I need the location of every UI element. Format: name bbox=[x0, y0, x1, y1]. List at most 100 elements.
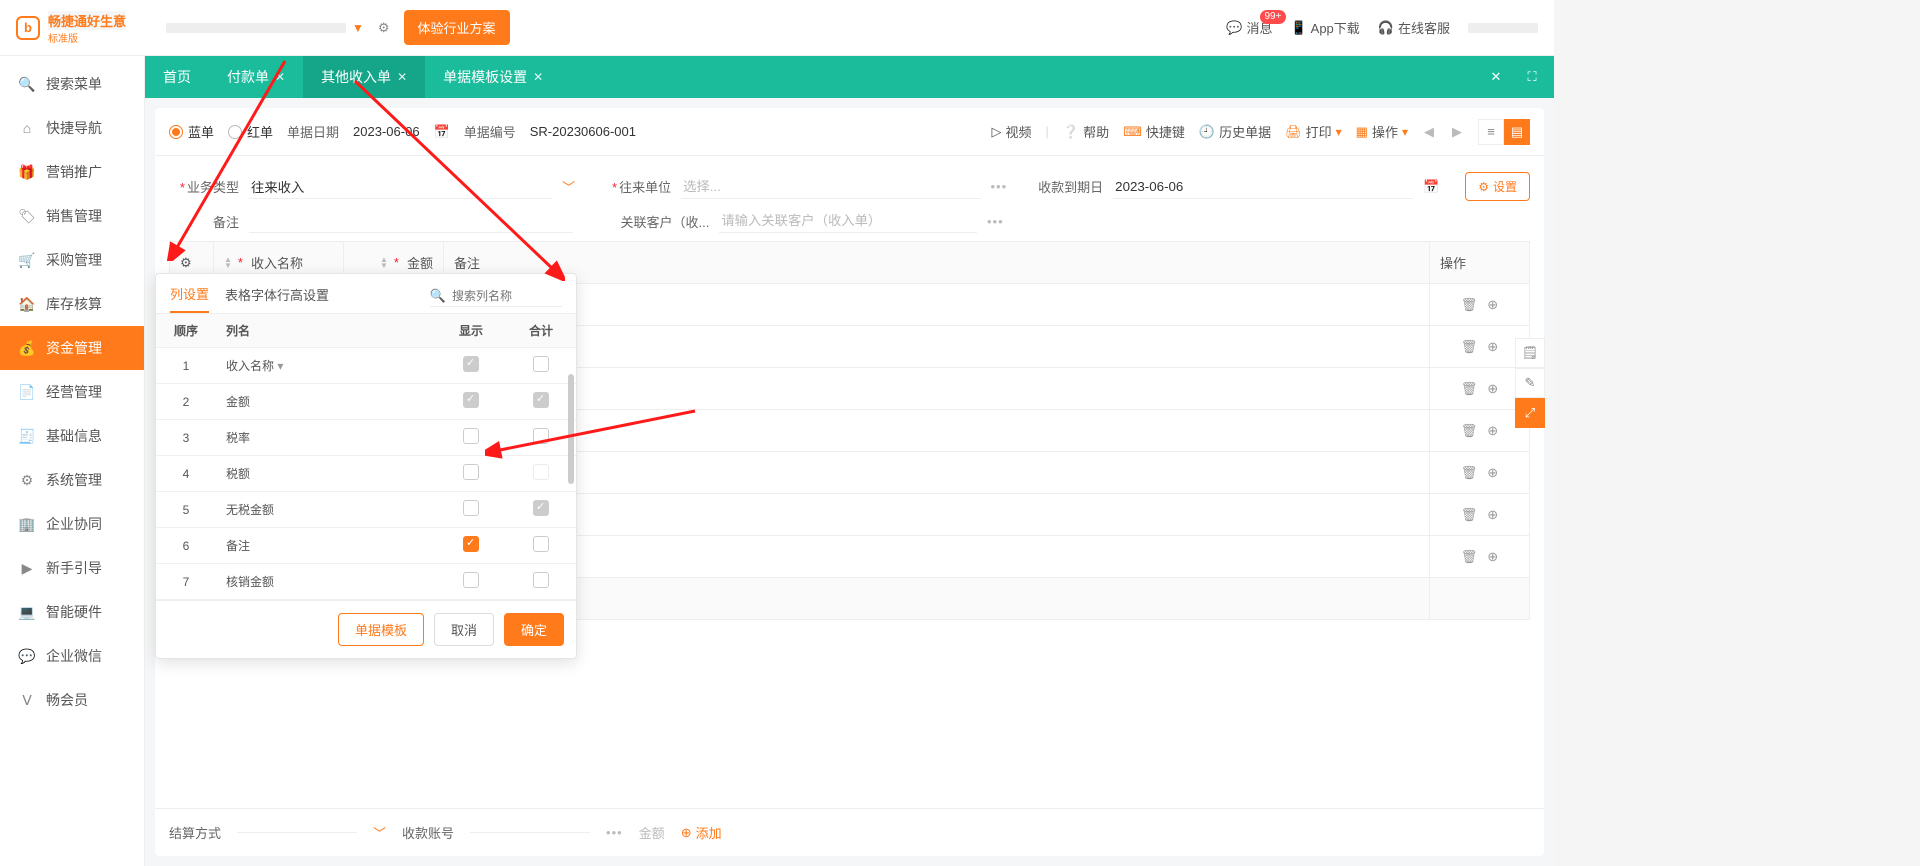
sidebar-item-4[interactable]: 🛒采购管理 bbox=[0, 238, 144, 282]
biz-type-input[interactable] bbox=[249, 175, 552, 199]
delete-icon[interactable]: 🗑 bbox=[1461, 549, 1478, 565]
side-tool-note-icon[interactable]: 🗒 bbox=[1515, 338, 1545, 368]
popover-row[interactable]: 1收入名称 ▾ bbox=[156, 348, 576, 384]
radio-red[interactable]: 红单 bbox=[228, 122, 273, 141]
tab-1[interactable]: 付款单✕ bbox=[209, 56, 303, 98]
shortcut-link[interactable]: ⌨快捷键 bbox=[1123, 122, 1185, 141]
tab-close-icon[interactable]: ✕ bbox=[1482, 63, 1510, 91]
popover-row[interactable]: 6备注 bbox=[156, 528, 576, 564]
popover-tab-font[interactable]: 表格字体行高设置 bbox=[225, 285, 329, 312]
user-avatar[interactable] bbox=[1468, 23, 1538, 33]
popover-row[interactable]: 3税率 bbox=[156, 420, 576, 456]
duplicate-icon[interactable]: ⊕ bbox=[1487, 297, 1498, 313]
delete-icon[interactable]: 🗑 bbox=[1461, 507, 1478, 523]
print-link[interactable]: 🖨打印▾ bbox=[1285, 122, 1342, 141]
popover-row[interactable]: 7核销金额 bbox=[156, 564, 576, 600]
delete-icon[interactable]: 🗑 bbox=[1461, 465, 1478, 481]
history-link[interactable]: 🕘历史单据 bbox=[1199, 122, 1271, 141]
calendar-icon[interactable]: 📅 bbox=[1423, 179, 1439, 195]
sidebar-item-10[interactable]: 🏢企业协同 bbox=[0, 502, 144, 546]
more-icon[interactable]: ••• bbox=[987, 214, 1004, 229]
delete-icon[interactable]: 🗑 bbox=[1461, 297, 1478, 313]
template-button[interactable]: 单据模板 bbox=[338, 613, 424, 646]
party-input[interactable] bbox=[681, 175, 980, 199]
sidebar-item-6[interactable]: 💰资金管理 bbox=[0, 326, 144, 370]
sidebar-item-0[interactable]: 🔍搜索菜单 bbox=[0, 62, 144, 106]
more-icon[interactable]: ••• bbox=[606, 825, 623, 840]
radio-blue[interactable]: 蓝单 bbox=[169, 122, 214, 141]
sidebar-item-5[interactable]: 🏠库存核算 bbox=[0, 282, 144, 326]
popover-tab-columns[interactable]: 列设置 bbox=[170, 284, 209, 313]
sidebar-item-12[interactable]: 💻智能硬件 bbox=[0, 590, 144, 634]
checkbox-off[interactable] bbox=[533, 428, 549, 444]
checkbox-off[interactable] bbox=[533, 536, 549, 552]
duplicate-icon[interactable]: ⊕ bbox=[1487, 549, 1498, 565]
checkbox-off[interactable] bbox=[463, 572, 479, 588]
more-icon[interactable]: ••• bbox=[991, 179, 1008, 194]
column-remark[interactable]: 备注 bbox=[444, 242, 1430, 284]
next-arrow-icon[interactable]: ▶ bbox=[1450, 124, 1464, 140]
sidebar-item-14[interactable]: Ⅴ畅会员 bbox=[0, 678, 144, 722]
chevron-down-icon[interactable]: ﹀ bbox=[562, 177, 575, 196]
doc-toolbar: 蓝单 红单 单据日期 2023-06-06 📅 单据编号 SR-20230606… bbox=[155, 108, 1544, 156]
operate-link[interactable]: ▦操作▾ bbox=[1356, 122, 1408, 141]
close-icon[interactable]: ✕ bbox=[397, 70, 407, 84]
view-list-icon[interactable]: ≡ bbox=[1478, 119, 1504, 145]
tab-2[interactable]: 其他收入单✕ bbox=[303, 56, 425, 98]
help-link[interactable]: ❔帮助 bbox=[1063, 122, 1109, 141]
duplicate-icon[interactable]: ⊕ bbox=[1487, 465, 1498, 481]
add-settlement-button[interactable]: ⊕添加 bbox=[681, 823, 722, 842]
popover-row[interactable]: 2金额 bbox=[156, 384, 576, 420]
industry-plan-button[interactable]: 体验行业方案 bbox=[404, 10, 510, 45]
duplicate-icon[interactable]: ⊕ bbox=[1487, 423, 1498, 439]
popover-search-input[interactable] bbox=[452, 289, 562, 303]
sidebar-item-1[interactable]: ⌂快捷导航 bbox=[0, 106, 144, 150]
chevron-down-icon[interactable]: ▾ bbox=[277, 359, 283, 373]
confirm-button[interactable]: 确定 bbox=[504, 613, 564, 646]
close-icon[interactable]: ✕ bbox=[533, 70, 543, 84]
org-selector[interactable]: ▼ bbox=[166, 21, 364, 35]
gear-icon[interactable]: ⚙ bbox=[378, 20, 390, 36]
assoc-customer-input[interactable] bbox=[719, 209, 977, 233]
settings-button[interactable]: ⚙设置 bbox=[1465, 172, 1530, 201]
checkbox-on[interactable] bbox=[463, 536, 479, 552]
checkbox-off[interactable] bbox=[533, 356, 549, 372]
sidebar-item-7[interactable]: 📄经营管理 bbox=[0, 370, 144, 414]
tab-expand-icon[interactable]: ⛶ bbox=[1518, 63, 1546, 91]
calendar-icon[interactable]: 📅 bbox=[434, 124, 450, 140]
side-tool-edit-icon[interactable]: ✎ bbox=[1515, 368, 1545, 398]
view-detail-icon[interactable]: ▤ bbox=[1504, 119, 1530, 145]
cancel-button[interactable]: 取消 bbox=[434, 613, 494, 646]
popover-row[interactable]: 5无税金额 bbox=[156, 492, 576, 528]
prev-arrow-icon[interactable]: ◀ bbox=[1422, 124, 1436, 140]
sidebar-item-3[interactable]: 🏷销售管理 bbox=[0, 194, 144, 238]
remark-input[interactable] bbox=[249, 209, 573, 233]
close-icon[interactable]: ✕ bbox=[275, 70, 285, 84]
checkbox-off[interactable] bbox=[463, 500, 479, 516]
sidebar-item-9[interactable]: ⚙系统管理 bbox=[0, 458, 144, 502]
side-tool-expand-icon[interactable]: ⤢ bbox=[1515, 398, 1545, 428]
duplicate-icon[interactable]: ⊕ bbox=[1487, 507, 1498, 523]
chevron-down-icon[interactable]: ﹀ bbox=[373, 823, 386, 842]
checkbox-off[interactable] bbox=[463, 428, 479, 444]
tab-0[interactable]: 首页 bbox=[145, 56, 209, 98]
checkbox-off[interactable] bbox=[533, 572, 549, 588]
app-download-button[interactable]: 📱 App下载 bbox=[1290, 18, 1359, 37]
checkbox-off[interactable] bbox=[463, 464, 479, 480]
sidebar-item-11[interactable]: ▶新手引导 bbox=[0, 546, 144, 590]
delete-icon[interactable]: 🗑 bbox=[1461, 339, 1478, 355]
online-service-button[interactable]: 🎧 在线客服 bbox=[1378, 18, 1450, 37]
popover-scrollbar[interactable] bbox=[568, 374, 574, 484]
duplicate-icon[interactable]: ⊕ bbox=[1487, 339, 1498, 355]
message-button[interactable]: 💬 消息 99+ bbox=[1226, 18, 1272, 37]
sidebar-item-8[interactable]: 🧾基础信息 bbox=[0, 414, 144, 458]
tab-3[interactable]: 单据模板设置✕ bbox=[425, 56, 561, 98]
video-link[interactable]: ▷视频 bbox=[992, 122, 1032, 141]
sidebar-item-13[interactable]: 💬企业微信 bbox=[0, 634, 144, 678]
sidebar-item-2[interactable]: 🎁营销推广 bbox=[0, 150, 144, 194]
popover-row[interactable]: 4税额 bbox=[156, 456, 576, 492]
delete-icon[interactable]: 🗑 bbox=[1461, 381, 1478, 397]
duplicate-icon[interactable]: ⊕ bbox=[1487, 381, 1498, 397]
due-date-input[interactable] bbox=[1113, 175, 1413, 199]
delete-icon[interactable]: 🗑 bbox=[1461, 423, 1478, 439]
